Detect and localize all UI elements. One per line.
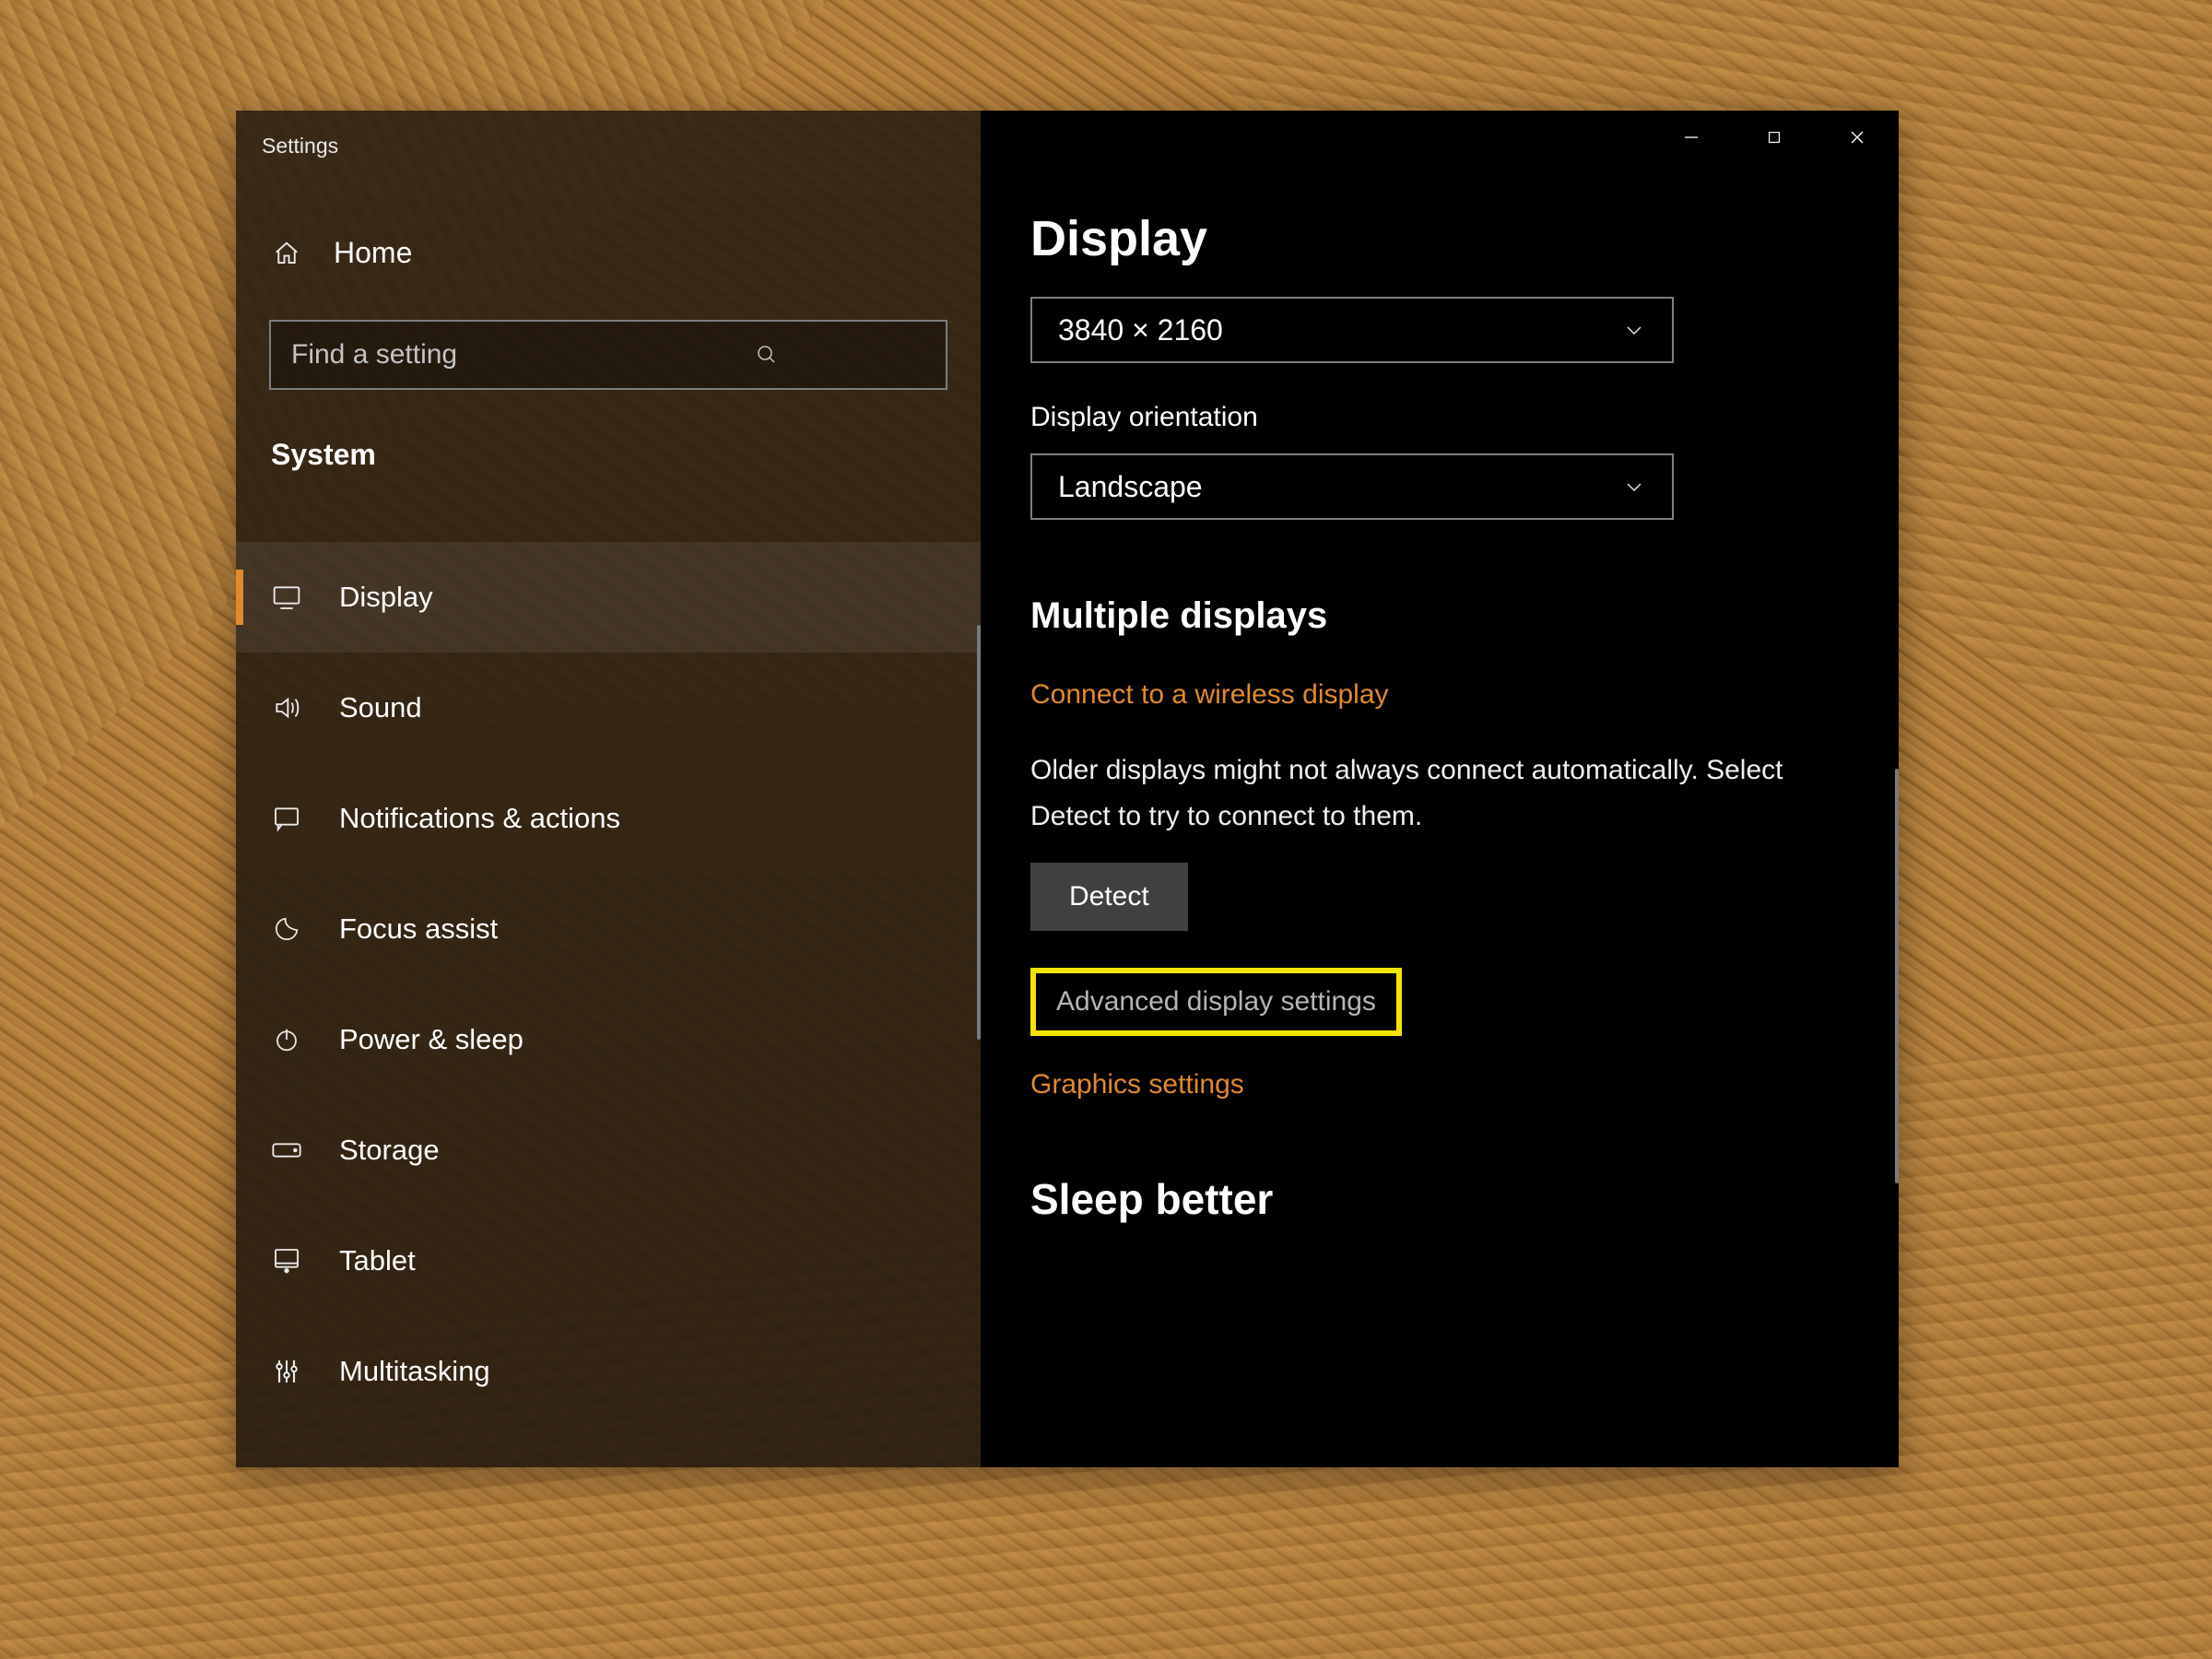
content-scrollbar[interactable]: [1895, 769, 1899, 1183]
sidebar-item-label: Power & sleep: [339, 1023, 524, 1056]
orientation-dropdown[interactable]: Landscape: [1030, 453, 1674, 520]
content-pane: Display 3840 × 2160 Display orientation …: [981, 111, 1899, 1467]
sidebar-item-power-sleep[interactable]: Power & sleep: [236, 984, 981, 1095]
window-title-area: Settings: [236, 111, 981, 160]
sound-icon: [271, 692, 302, 724]
home-icon: [271, 238, 302, 269]
multiple-displays-heading: Multiple displays: [1030, 595, 1899, 637]
nav-home[interactable]: Home: [236, 236, 981, 270]
focus-assist-icon: [271, 913, 302, 945]
sidebar-item-label: Tablet: [339, 1244, 416, 1277]
sidebar-item-sound[interactable]: Sound: [236, 653, 981, 763]
sidebar-item-label: Multitasking: [339, 1355, 490, 1388]
sidebar-item-label: Notifications & actions: [339, 802, 620, 835]
notifications-icon: [271, 803, 302, 834]
graphics-settings-link[interactable]: Graphics settings: [1030, 1069, 1244, 1100]
detect-button-label: Detect: [1069, 881, 1149, 912]
detect-button[interactable]: Detect: [1030, 863, 1188, 931]
search-input[interactable]: Find a setting: [269, 320, 947, 390]
display-icon: [271, 582, 302, 613]
power-sleep-icon: [271, 1024, 302, 1055]
sidebar-item-storage[interactable]: Storage: [236, 1095, 981, 1206]
search-placeholder: Find a setting: [291, 339, 608, 371]
close-button[interactable]: [1816, 111, 1899, 164]
chevron-down-icon: [1618, 471, 1650, 502]
page-body: Display 3840 × 2160 Display orientation …: [1030, 111, 1899, 1224]
sidebar-item-tablet[interactable]: Tablet: [236, 1206, 981, 1316]
tablet-icon: [271, 1245, 302, 1277]
settings-window: Settings Home Find a setting System: [236, 111, 1899, 1467]
storage-icon: [271, 1135, 302, 1166]
sidebar-nav: Display Sound Notifications & actions: [236, 542, 981, 1427]
sidebar-item-multitasking[interactable]: Multitasking: [236, 1316, 981, 1427]
multitasking-icon: [271, 1356, 302, 1387]
sidebar-item-focus-assist[interactable]: Focus assist: [236, 874, 981, 984]
minimize-button[interactable]: [1650, 111, 1733, 164]
resolution-dropdown[interactable]: 3840 × 2160: [1030, 297, 1674, 363]
sidebar-category: System: [271, 438, 981, 472]
sidebar-item-notifications[interactable]: Notifications & actions: [236, 763, 981, 874]
page-title: Display: [1030, 210, 1899, 267]
nav-home-label: Home: [334, 236, 412, 270]
window-title: Settings: [262, 134, 338, 159]
resolution-value: 3840 × 2160: [1058, 313, 1223, 347]
advanced-display-settings-link[interactable]: Advanced display settings: [1030, 968, 1402, 1036]
detect-description: Older displays might not always connect …: [1030, 747, 1786, 839]
sleep-better-heading: Sleep better: [1030, 1174, 1899, 1224]
window-controls: [1650, 111, 1899, 164]
sidebar-item-label: Display: [339, 581, 433, 614]
search-icon: [608, 339, 925, 371]
sidebar-item-label: Focus assist: [339, 912, 498, 946]
sidebar-item-label: Sound: [339, 691, 422, 724]
connect-wireless-display-link[interactable]: Connect to a wireless display: [1030, 679, 1389, 711]
orientation-label: Display orientation: [1030, 402, 1899, 433]
orientation-value: Landscape: [1058, 470, 1203, 504]
sidebar-item-label: Storage: [339, 1134, 440, 1167]
maximize-button[interactable]: [1733, 111, 1816, 164]
chevron-down-icon: [1618, 314, 1650, 346]
sidebar: Settings Home Find a setting System: [236, 111, 981, 1467]
sidebar-item-display[interactable]: Display: [236, 542, 981, 653]
